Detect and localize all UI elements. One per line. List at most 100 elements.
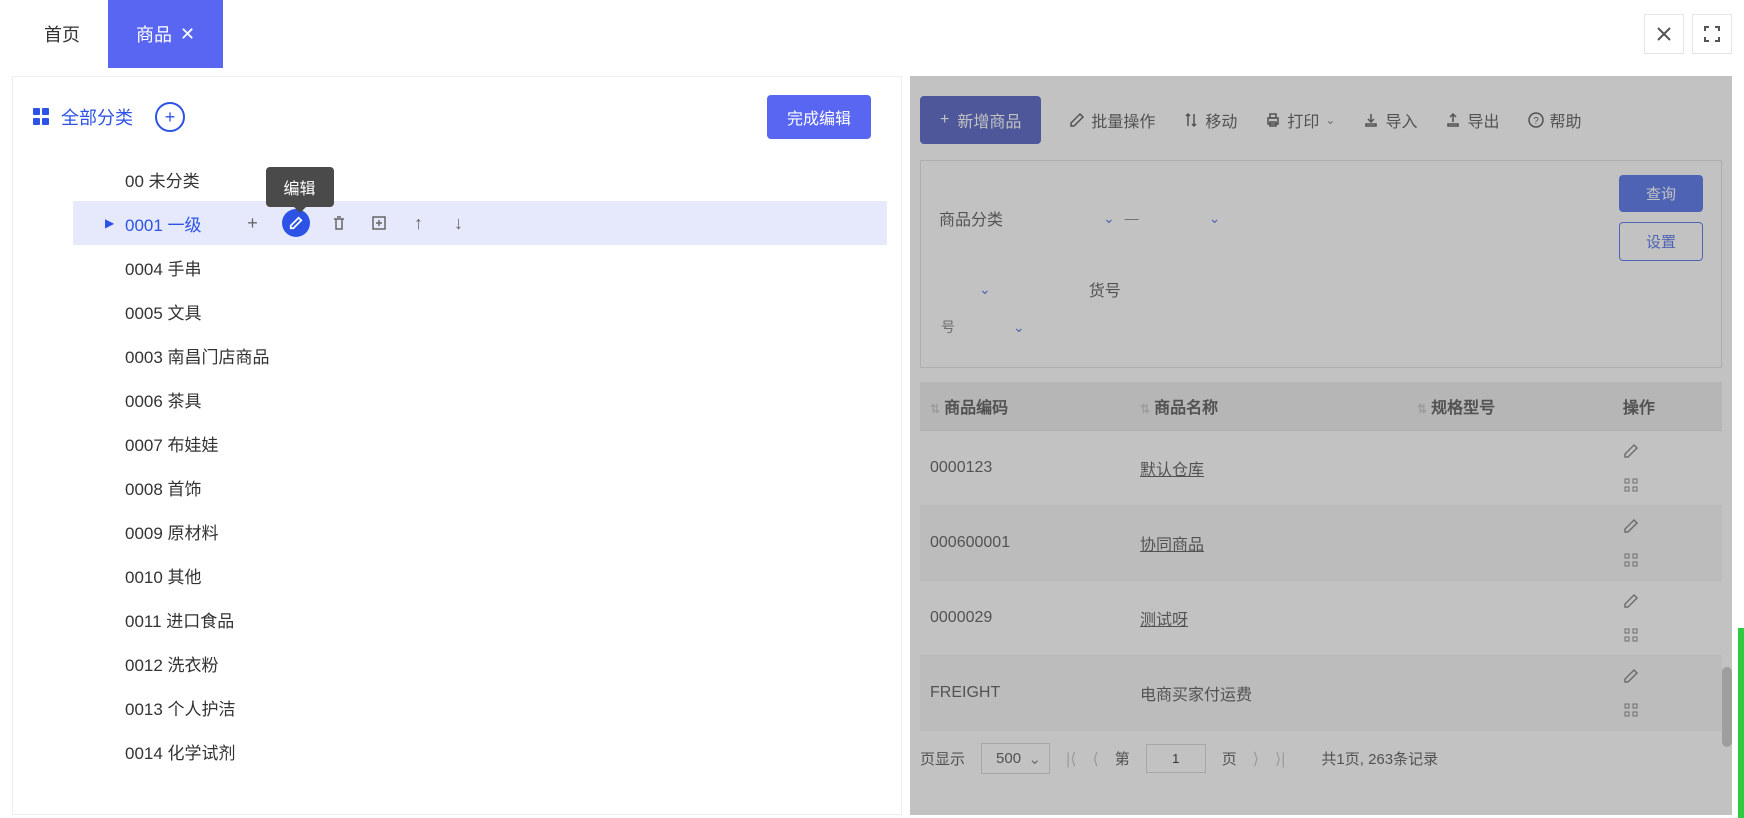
row-edit-icon[interactable] — [1623, 593, 1712, 609]
chevron-down-icon[interactable]: ⌄ — [1013, 319, 1025, 336]
page-scroll-indicator — [1738, 628, 1744, 818]
move-button[interactable]: 移动 — [1183, 108, 1237, 132]
cell-name[interactable]: 测试呀 — [1130, 581, 1407, 656]
chevron-down-icon[interactable]: ⌄ — [1209, 210, 1221, 227]
range-dash: — — [1125, 210, 1139, 226]
category-item[interactable]: 0006 茶具 — [73, 377, 887, 421]
settings-button[interactable]: 设置 — [1619, 222, 1703, 261]
filter-sku-label: 货号 — [1089, 277, 1121, 301]
cell-name[interactable]: 协同商品 — [1130, 506, 1407, 581]
fullscreen-button[interactable] — [1692, 14, 1732, 54]
col-ops: 操作 — [1613, 382, 1722, 431]
chevron-down-icon[interactable]: ⌄ — [1103, 210, 1115, 227]
tab-product[interactable]: 商品 ✕ — [108, 0, 223, 68]
col-code[interactable]: ⇅商品编码 — [920, 382, 1130, 431]
print-button[interactable]: 打印 ⌄ — [1265, 108, 1335, 132]
col-spec[interactable]: ⇅规格型号 — [1407, 382, 1613, 431]
close-all-button[interactable] — [1644, 14, 1684, 54]
category-item-label: 0006 茶具 — [125, 387, 202, 412]
table-row[interactable]: FREIGHT电商买家付运费 — [920, 656, 1722, 731]
top-tab-bar: 首页 商品 ✕ — [0, 0, 1744, 68]
add-icon[interactable]: + — [242, 212, 264, 234]
plus-icon: + — [940, 111, 949, 129]
tab-home[interactable]: 首页 — [16, 0, 108, 68]
last-page-button[interactable]: ⟩| — [1275, 749, 1285, 769]
delete-icon[interactable] — [328, 212, 350, 234]
category-item[interactable]: 0007 布娃娃 — [73, 421, 887, 465]
first-page-button[interactable]: |⟨ — [1066, 749, 1076, 769]
category-item-label: 0003 南昌门店商品 — [125, 343, 270, 368]
category-item[interactable]: 0003 南昌门店商品 — [73, 333, 887, 377]
table-scrollbar[interactable] — [1722, 516, 1732, 776]
help-icon: ? — [1528, 112, 1544, 128]
prev-page-button[interactable]: ⟨ — [1092, 749, 1098, 769]
category-item-label: 00 未分类 — [125, 167, 200, 192]
page-summary: 共1页, 263条记录 — [1321, 748, 1438, 769]
add-category-button[interactable]: + — [155, 102, 185, 132]
import-icon — [1363, 112, 1379, 128]
chevron-down-icon[interactable]: ⌄ — [979, 281, 991, 298]
category-item[interactable]: 0004 手串 — [73, 245, 887, 289]
caret-icon[interactable]: ▶ — [105, 216, 114, 230]
category-item-label: 0004 手串 — [125, 255, 202, 280]
category-item[interactable]: ▶ 0001 一级 + 编辑 ↑ ↓ — [73, 201, 887, 245]
category-item[interactable]: 0005 文具 — [73, 289, 887, 333]
per-page-label: 页显示 — [920, 748, 965, 769]
cell-name[interactable]: 默认仓库 — [1130, 431, 1407, 506]
move-down-icon[interactable]: ↓ — [448, 212, 470, 234]
query-button[interactable]: 查询 — [1619, 175, 1703, 212]
category-title[interactable]: 全部分类 — [33, 104, 133, 130]
import-button[interactable]: 导入 — [1363, 108, 1417, 132]
category-item-label: 0014 化学试剂 — [125, 739, 236, 764]
table-row[interactable]: 0000123默认仓库 — [920, 431, 1722, 506]
filter-box: 商品分类 ⌄ — ⌄ 查询 设置 ⌄ 货号 号 ⌄ — [920, 160, 1722, 368]
per-page-select[interactable]: 500 — [981, 743, 1050, 774]
row-more-icon[interactable] — [1623, 627, 1712, 643]
col-name[interactable]: ⇅商品名称 — [1130, 382, 1407, 431]
category-item[interactable]: 0012 洗衣粉 — [73, 641, 887, 685]
category-item[interactable]: 0014 化学试剂 — [73, 729, 887, 773]
import-label: 导入 — [1385, 108, 1417, 132]
chevron-down-icon: ⌄ — [1325, 113, 1335, 127]
cell-ops — [1613, 431, 1722, 506]
cell-ops — [1613, 581, 1722, 656]
category-title-label: 全部分类 — [61, 104, 133, 130]
next-page-button[interactable]: ⟩ — [1253, 749, 1259, 769]
category-tree[interactable]: 00 未分类 ▶ 0001 一级 + 编辑 ↑ ↓ 0004 手串 0005 文具 0003 南昌… — [13, 157, 901, 797]
page-input[interactable] — [1146, 744, 1206, 773]
edit-icon[interactable]: 编辑 — [282, 209, 310, 237]
category-item[interactable]: 0008 首饰 — [73, 465, 887, 509]
close-icon[interactable]: ✕ — [180, 24, 195, 45]
sort-icon: ⇅ — [1140, 402, 1150, 416]
export-button[interactable]: 导出 — [1445, 108, 1499, 132]
category-item-label: 0008 首饰 — [125, 475, 202, 500]
row-edit-icon[interactable] — [1623, 443, 1712, 459]
scrollbar-thumb[interactable] — [1722, 667, 1732, 747]
category-item[interactable]: 00 未分类 — [73, 157, 887, 201]
row-edit-icon[interactable] — [1623, 518, 1712, 534]
category-item[interactable]: 0010 其他 — [73, 553, 887, 597]
finish-edit-button[interactable]: 完成编辑 — [767, 95, 871, 139]
row-more-icon[interactable] — [1623, 477, 1712, 493]
category-item[interactable]: 0013 个人护洁 — [73, 685, 887, 729]
batch-ops-button[interactable]: 批量操作 — [1069, 108, 1155, 132]
category-item-label: 0001 一级 — [125, 211, 202, 236]
new-product-button[interactable]: + 新增商品 — [920, 96, 1041, 144]
category-panel: 全部分类 + 完成编辑 00 未分类▶0001 一级+编辑↑↓0004 手串00… — [12, 76, 902, 815]
cell-spec — [1407, 581, 1613, 656]
help-button[interactable]: ? 帮助 — [1528, 108, 1582, 132]
move-up-icon[interactable]: ↑ — [408, 212, 430, 234]
row-edit-icon[interactable] — [1623, 668, 1712, 684]
category-item[interactable]: 0011 进口食品 — [73, 597, 887, 641]
merge-icon[interactable] — [368, 212, 390, 234]
table-row[interactable]: 0000029测试呀 — [920, 581, 1722, 656]
print-label: 打印 — [1287, 108, 1319, 132]
sort-icon: ⇅ — [930, 402, 940, 416]
tab-product-label: 商品 — [136, 21, 172, 47]
row-more-icon[interactable] — [1623, 702, 1712, 718]
row-more-icon[interactable] — [1623, 552, 1712, 568]
cell-ops — [1613, 656, 1722, 731]
category-item[interactable]: 0009 原材料 — [73, 509, 887, 553]
cell-spec — [1407, 506, 1613, 581]
table-row[interactable]: 000600001协同商品 — [920, 506, 1722, 581]
